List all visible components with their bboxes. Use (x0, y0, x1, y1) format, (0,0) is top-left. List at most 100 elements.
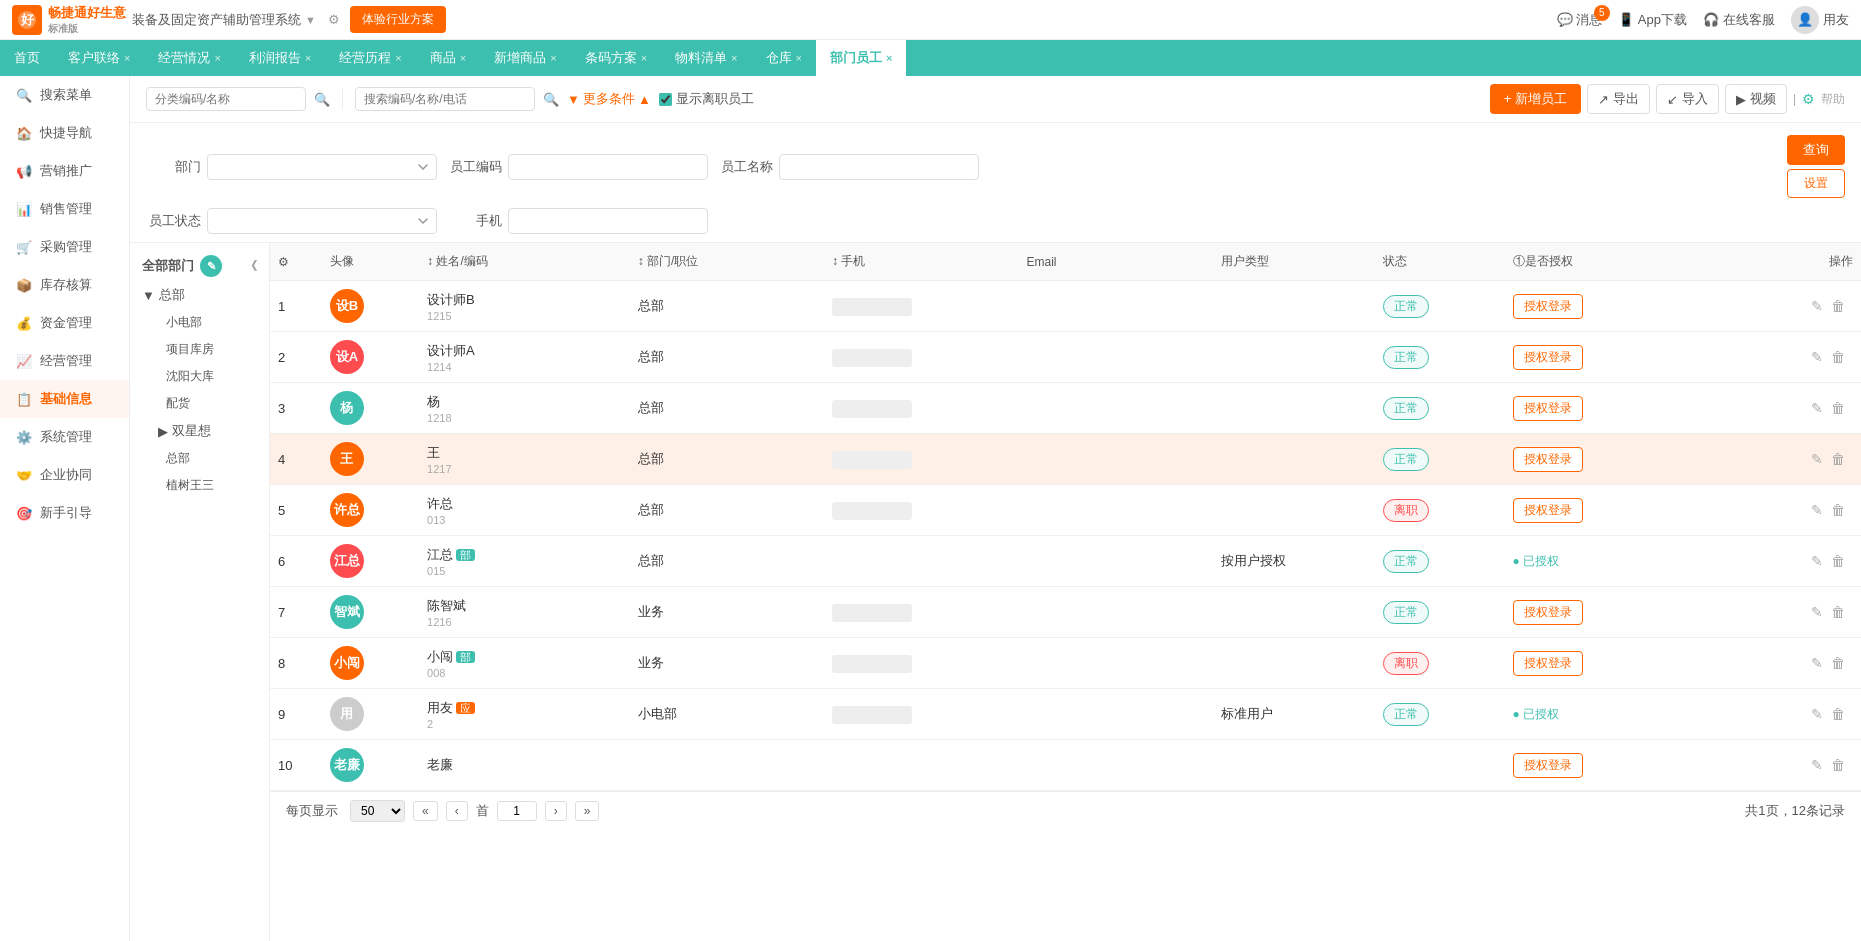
nav-item-bom[interactable]: 物料清单 × (661, 40, 751, 76)
delete-btn[interactable]: 🗑 (1831, 604, 1845, 620)
sidebar-item-marketing[interactable]: 📢 营销推广 (0, 152, 129, 190)
view-btn[interactable]: ▶ 视频 (1725, 84, 1787, 114)
page-input[interactable] (497, 801, 537, 821)
set-btn[interactable]: 设置 (1787, 169, 1845, 198)
sidebar-item-search[interactable]: 🔍 搜索菜单 (0, 76, 129, 114)
delete-btn[interactable]: 🗑 (1831, 706, 1845, 722)
main-search-icon[interactable]: 🔍 (543, 92, 559, 107)
export-btn[interactable]: ↗ 导出 (1587, 84, 1650, 114)
import-btn[interactable]: ↙ 导入 (1656, 84, 1719, 114)
edit-btn[interactable]: ✎ (1811, 502, 1823, 518)
edit-btn[interactable]: ✎ (1811, 298, 1823, 314)
sidebar-item-purchase[interactable]: 🛒 采购管理 (0, 228, 129, 266)
dept-edit-btn[interactable]: ✎ (200, 255, 222, 277)
dept-node-headquarter[interactable]: ▼ 总部 (138, 281, 261, 309)
more-conditions-btn[interactable]: ▼ 更多条件 ▲ (567, 90, 651, 108)
sidebar-item-basic[interactable]: 📋 基础信息 (0, 380, 129, 418)
close-icon[interactable]: × (796, 52, 802, 64)
sidebar-item-sales[interactable]: 📊 销售管理 (0, 190, 129, 228)
message-btn[interactable]: 💬 消息 5 (1557, 11, 1602, 29)
sidebar-item-collab[interactable]: 🤝 企业协同 (0, 456, 129, 494)
col-dept-position[interactable]: ↕ 部门/职位 (630, 243, 824, 281)
row-auth[interactable]: 授权登录 (1505, 485, 1732, 536)
col-settings[interactable]: ⚙ (270, 243, 322, 281)
row-auth[interactable]: 授权登录 (1505, 281, 1732, 332)
close-icon[interactable]: × (550, 52, 556, 64)
row-auth[interactable]: 授权登录 (1505, 638, 1732, 689)
close-icon[interactable]: × (395, 52, 401, 64)
add-employee-btn[interactable]: + 新增员工 (1490, 84, 1581, 114)
phone-input[interactable] (508, 208, 708, 234)
nav-item-business[interactable]: 经营情况 × (144, 40, 234, 76)
row-auth[interactable]: 授权登录 (1505, 332, 1732, 383)
edit-btn[interactable]: ✎ (1811, 757, 1823, 773)
nav-item-barcode[interactable]: 条码方案 × (571, 40, 661, 76)
nav-item-profit[interactable]: 利润报告 × (235, 40, 325, 76)
edit-btn[interactable]: ✎ (1811, 655, 1823, 671)
user-menu-btn[interactable]: 👤 用友 (1791, 6, 1849, 34)
auth-login-btn[interactable]: 授权登录 (1513, 498, 1583, 523)
dept-node-shenyang[interactable]: 沈阳大库 (154, 363, 261, 390)
delete-btn[interactable]: 🗑 (1831, 298, 1845, 314)
edit-btn[interactable]: ✎ (1811, 451, 1823, 467)
nav-item-customer[interactable]: 客户联络 × (54, 40, 144, 76)
sidebar-item-guide[interactable]: 🎯 新手引导 (0, 494, 129, 532)
show-archived-toggle[interactable]: 显示离职员工 (659, 90, 754, 108)
auth-login-btn[interactable]: 授权登录 (1513, 651, 1583, 676)
dept-node-hq[interactable]: 总部 (154, 445, 261, 472)
dept-node-double[interactable]: ▶ 双星想 (154, 417, 261, 445)
classify-search-input[interactable] (146, 87, 306, 111)
edit-btn[interactable]: ✎ (1811, 400, 1823, 416)
query-btn[interactable]: 查询 (1787, 135, 1845, 165)
nav-item-warehouse[interactable]: 仓库 × (752, 40, 816, 76)
edit-btn[interactable]: ✎ (1811, 706, 1823, 722)
app-download-btn[interactable]: 📱 App下载 (1618, 11, 1687, 29)
close-icon[interactable]: × (214, 52, 220, 64)
row-auth[interactable]: 授权登录 (1505, 434, 1732, 485)
online-service-btn[interactable]: 🎧 在线客服 (1703, 11, 1775, 29)
dept-node-project[interactable]: 项目库房 (154, 336, 261, 363)
close-icon[interactable]: × (460, 52, 466, 64)
table-settings-btn[interactable]: ⚙ (1802, 91, 1815, 107)
edit-btn[interactable]: ✎ (1811, 349, 1823, 365)
delete-btn[interactable]: 🗑 (1831, 553, 1845, 569)
edit-btn[interactable]: ✎ (1811, 553, 1823, 569)
delete-btn[interactable]: 🗑 (1831, 349, 1845, 365)
auth-login-btn[interactable]: 授权登录 (1513, 345, 1583, 370)
dept-node-delivery[interactable]: 配货 (154, 390, 261, 417)
col-name-code[interactable]: ↕ 姓名/编码 (419, 243, 630, 281)
per-page-select[interactable]: 50 100 (350, 800, 405, 822)
sidebar-item-nav[interactable]: 🏠 快捷导航 (0, 114, 129, 152)
close-icon[interactable]: × (886, 52, 892, 64)
emp-status-select[interactable] (207, 208, 437, 234)
dept-collapse-btn[interactable]: 《 (245, 258, 257, 275)
nav-item-history[interactable]: 经营历程 × (325, 40, 415, 76)
first-page-btn[interactable]: « (413, 801, 438, 821)
sidebar-item-inventory[interactable]: 📦 库存核算 (0, 266, 129, 304)
auth-login-btn[interactable]: 授权登录 (1513, 294, 1583, 319)
main-search-input[interactable] (355, 87, 535, 111)
delete-btn[interactable]: 🗑 (1831, 451, 1845, 467)
sidebar-item-finance[interactable]: 💰 资金管理 (0, 304, 129, 342)
delete-btn[interactable]: 🗑 (1831, 757, 1845, 773)
auth-login-btn[interactable]: 授权登录 (1513, 447, 1583, 472)
last-page-btn[interactable]: » (575, 801, 600, 821)
edit-btn[interactable]: ✎ (1811, 604, 1823, 620)
try-industry-btn[interactable]: 体验行业方案 (350, 6, 446, 33)
dept-node-tree-king[interactable]: 植树王三 (154, 472, 261, 499)
nav-item-goods[interactable]: 商品 × (416, 40, 480, 76)
delete-btn[interactable]: 🗑 (1831, 655, 1845, 671)
gear-icon[interactable]: ⚙ (328, 12, 340, 27)
sys-dropdown-arrow[interactable]: ▼ (305, 14, 316, 26)
delete-btn[interactable]: 🗑 (1831, 502, 1845, 518)
emp-code-input[interactable] (508, 154, 708, 180)
nav-item-home[interactable]: 首页 (0, 40, 54, 76)
close-icon[interactable]: × (731, 52, 737, 64)
row-auth[interactable]: 授权登录 (1505, 587, 1732, 638)
close-icon[interactable]: × (124, 52, 130, 64)
next-page-btn[interactable]: › (545, 801, 567, 821)
row-auth[interactable]: 授权登录 (1505, 740, 1732, 791)
emp-name-input[interactable] (779, 154, 979, 180)
delete-btn[interactable]: 🗑 (1831, 400, 1845, 416)
col-phone[interactable]: ↕ 手机 (824, 243, 1018, 281)
